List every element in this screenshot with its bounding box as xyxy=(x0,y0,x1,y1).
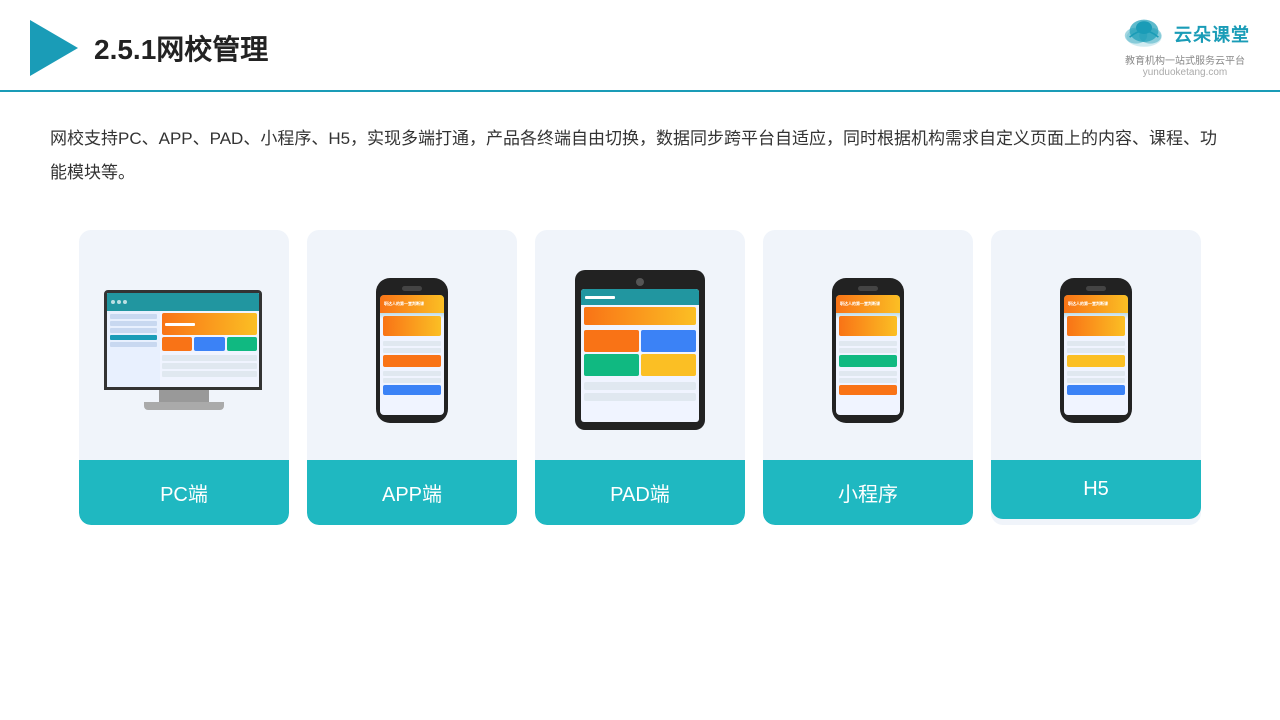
description-text: 网校支持PC、APP、PAD、小程序、H5，实现多端打通，产品各终端自由切换，数… xyxy=(0,92,1280,210)
card-pc: PC端 xyxy=(79,230,289,525)
phone-mockup-mini: 职达人的第一堂判断课 xyxy=(832,278,904,423)
phone-screen-mini: 职达人的第一堂判断课 xyxy=(836,295,900,415)
logo-cloud: 云朵课堂 xyxy=(1120,18,1250,50)
card-h5-label: H5 xyxy=(991,460,1201,519)
tablet-camera xyxy=(636,278,644,286)
cloud-icon xyxy=(1120,18,1168,50)
card-miniprogram-label: 小程序 xyxy=(763,460,973,525)
phone-camera-h5 xyxy=(1086,286,1106,291)
phone-screen-h5: 职达人的第一堂判断课 xyxy=(1064,295,1128,415)
card-pc-label: PC端 xyxy=(79,460,289,525)
phone-camera xyxy=(402,286,422,291)
page-title: 2.5.1网校管理 xyxy=(94,28,268,68)
logo-tagline: 教育机构一站式服务云平台 xyxy=(1125,52,1245,67)
card-miniprogram: 职达人的第一堂判断课 小程序 xyxy=(763,230,973,525)
phone-camera-mini xyxy=(858,286,878,291)
phone-screen: 职达人的第一堂判断课 xyxy=(380,295,444,415)
cards-container: PC端 职达人的第一堂判断课 xyxy=(0,210,1280,555)
card-pad: PAD端 xyxy=(535,230,745,525)
card-h5-image: 职达人的第一堂判断课 xyxy=(991,230,1201,460)
pc-monitor xyxy=(104,290,264,410)
phone-mockup-app: 职达人的第一堂判断课 xyxy=(376,278,448,423)
monitor-screen xyxy=(104,290,262,390)
play-icon xyxy=(30,20,78,76)
card-pc-image xyxy=(79,230,289,460)
tablet-screen xyxy=(581,289,699,422)
card-h5: 职达人的第一堂判断课 H5 xyxy=(991,230,1201,525)
header-left: 2.5.1网校管理 xyxy=(30,20,268,76)
logo-url: yunduoketang.com xyxy=(1143,67,1228,78)
phone-mockup-h5: 职达人的第一堂判断课 xyxy=(1060,278,1132,423)
card-pad-label: PAD端 xyxy=(535,460,745,525)
logo-text: 云朵课堂 xyxy=(1174,21,1250,47)
header: 2.5.1网校管理 云朵课堂 教育机构一站式服务云平台 yunduoketang… xyxy=(0,0,1280,92)
tablet-mockup xyxy=(575,270,705,430)
logo-area: 云朵课堂 教育机构一站式服务云平台 yunduoketang.com xyxy=(1120,18,1250,78)
card-app-label: APP端 xyxy=(307,460,517,525)
card-pad-image xyxy=(535,230,745,460)
card-app-image: 职达人的第一堂判断课 xyxy=(307,230,517,460)
card-miniprogram-image: 职达人的第一堂判断课 xyxy=(763,230,973,460)
card-app: 职达人的第一堂判断课 APP端 xyxy=(307,230,517,525)
